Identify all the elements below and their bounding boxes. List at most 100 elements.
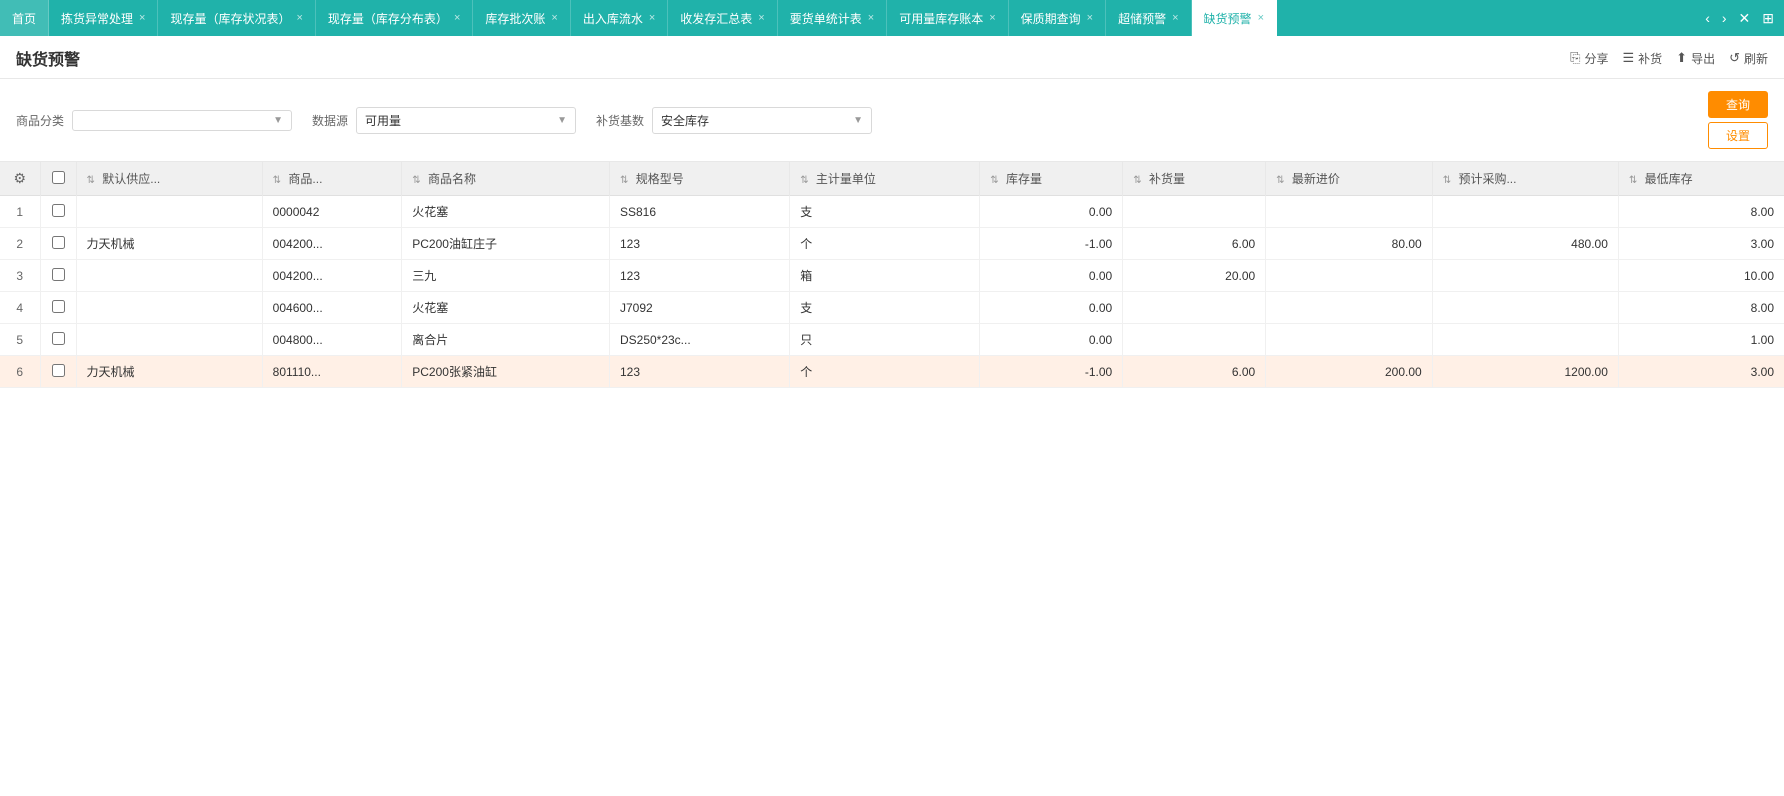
row-estimated-purchase-5	[1432, 324, 1618, 356]
row-replenish-qty-5	[1123, 324, 1266, 356]
th-replenish-qty[interactable]: ⇅ 补货量	[1123, 162, 1266, 196]
tab-demand-stats[interactable]: 要货单统计表 ×	[778, 0, 887, 36]
tab-inventory-dist-close[interactable]: ×	[454, 12, 460, 24]
row-latest-price-6: 200.00	[1266, 356, 1433, 388]
tab-home[interactable]: 首页	[0, 0, 49, 36]
tab-overstock[interactable]: 超储预警 ×	[1106, 0, 1191, 36]
row-check-1[interactable]	[52, 204, 65, 217]
row-spec-6: 123	[609, 356, 789, 388]
table-body: 1 0000042 火花塞 SS816 支 0.00 8.00 2 力天机械 0…	[0, 196, 1784, 388]
refresh-button[interactable]: ↺ 刷新	[1729, 50, 1768, 67]
row-latest-price-3	[1266, 260, 1433, 292]
row-num-6: 6	[0, 356, 40, 388]
tab-receive-summary-close[interactable]: ×	[758, 12, 764, 24]
row-min-stock-4: 8.00	[1618, 292, 1784, 324]
row-checkbox-1[interactable]	[40, 196, 76, 228]
select-all-checkbox[interactable]	[52, 171, 65, 184]
tab-receive-summary[interactable]: 收发存汇总表 ×	[668, 0, 777, 36]
export-icon: ⬆	[1676, 50, 1687, 66]
tab-expand-button[interactable]: ⊞	[1756, 6, 1780, 31]
export-button[interactable]: ⬆ 导出	[1676, 50, 1715, 67]
sort-icon-supplier: ⇅	[87, 175, 95, 186]
sort-icon-replenish: ⇅	[1133, 175, 1141, 186]
th-gear[interactable]: ⚙	[0, 162, 40, 196]
main-content: 缺货预警 ⎘ 分享 ☰ 补货 ⬆ 导出 ↺ 刷新 商品分类	[0, 36, 1784, 796]
tab-expiry-query-close[interactable]: ×	[1087, 12, 1093, 24]
category-select[interactable]: ▼	[72, 110, 292, 131]
tab-exception[interactable]: 拣货异常处理 ×	[49, 0, 158, 36]
row-checkbox-4[interactable]	[40, 292, 76, 324]
row-min-stock-6: 3.00	[1618, 356, 1784, 388]
row-code-1: 0000042	[262, 196, 402, 228]
row-check-5[interactable]	[52, 332, 65, 345]
gear-icon[interactable]: ⚙	[13, 170, 26, 187]
replenishbase-select[interactable]: 安全库存 ▼	[652, 107, 872, 134]
row-unit-1: 支	[790, 196, 980, 228]
tab-batch-account[interactable]: 库存批次账 ×	[473, 0, 570, 36]
row-replenish-qty-1	[1123, 196, 1266, 228]
row-name-6: PC200张紧油缸	[402, 356, 610, 388]
tab-shortage-close[interactable]: ×	[1258, 12, 1264, 24]
tab-overstock-close[interactable]: ×	[1172, 12, 1178, 24]
tab-available-ledger[interactable]: 可用量库存账本 ×	[887, 0, 1008, 36]
tab-inout-flow-close[interactable]: ×	[649, 12, 655, 24]
th-product-code[interactable]: ⇅ 商品...	[262, 162, 402, 196]
filter-group-datasource: 数据源 可用量 ▼	[312, 107, 576, 134]
tab-close-all-button[interactable]: ✕	[1733, 6, 1757, 31]
header-actions: ⎘ 分享 ☰ 补货 ⬆ 导出 ↺ 刷新	[1570, 50, 1768, 67]
th-stock[interactable]: ⇅ 库存量	[980, 162, 1123, 196]
row-spec-3: 123	[609, 260, 789, 292]
th-estimated-purchase[interactable]: ⇅ 预计采购...	[1432, 162, 1618, 196]
row-check-3[interactable]	[52, 268, 65, 281]
th-min-stock[interactable]: ⇅ 最低库存	[1618, 162, 1784, 196]
tab-inventory-status-close[interactable]: ×	[296, 12, 302, 24]
row-code-3: 004200...	[262, 260, 402, 292]
tab-inventory-status[interactable]: 现存量（库存状况表） ×	[158, 0, 315, 36]
th-latest-price[interactable]: ⇅ 最新进价	[1266, 162, 1433, 196]
tab-next-button[interactable]: ›	[1716, 6, 1733, 30]
row-num-1: 1	[0, 196, 40, 228]
row-num-3: 3	[0, 260, 40, 292]
query-button[interactable]: 查询	[1708, 91, 1768, 118]
tab-prev-button[interactable]: ‹	[1699, 6, 1716, 30]
tab-bar: 首页 拣货异常处理 × 现存量（库存状况表） × 现存量（库存分布表） × 库存…	[0, 0, 1784, 36]
replenish-button[interactable]: ☰ 补货	[1622, 50, 1662, 67]
tab-demand-stats-close[interactable]: ×	[868, 12, 874, 24]
th-unit[interactable]: ⇅ 主计量单位	[790, 162, 980, 196]
page-header: 缺货预警 ⎘ 分享 ☰ 补货 ⬆ 导出 ↺ 刷新	[0, 36, 1784, 79]
row-latest-price-4	[1266, 292, 1433, 324]
tab-available-ledger-close[interactable]: ×	[989, 12, 995, 24]
tab-exception-close[interactable]: ×	[139, 12, 145, 24]
row-checkbox-3[interactable]	[40, 260, 76, 292]
sort-icon-min-stock: ⇅	[1629, 175, 1637, 186]
row-check-6[interactable]	[52, 364, 65, 377]
th-default-supplier[interactable]: ⇅ 默认供应...	[76, 162, 262, 196]
tab-inout-flow[interactable]: 出入库流水 ×	[571, 0, 668, 36]
filter-bar: 商品分类 ▼ 数据源 可用量 ▼ 补货基数 安全库存 ▼ 查询 设置	[0, 79, 1784, 162]
row-latest-price-5	[1266, 324, 1433, 356]
row-check-2[interactable]	[52, 236, 65, 249]
row-checkbox-6[interactable]	[40, 356, 76, 388]
datasource-label: 数据源	[312, 112, 348, 129]
tab-shortage[interactable]: 缺货预警 ×	[1192, 0, 1277, 36]
row-replenish-qty-4	[1123, 292, 1266, 324]
settings-button[interactable]: 设置	[1708, 122, 1768, 149]
replenishbase-chevron-icon: ▼	[853, 115, 863, 126]
datasource-select[interactable]: 可用量 ▼	[356, 107, 576, 134]
share-button[interactable]: ⎘ 分享	[1570, 50, 1608, 67]
tab-inventory-dist[interactable]: 现存量（库存分布表） ×	[316, 0, 473, 36]
th-spec[interactable]: ⇅ 规格型号	[609, 162, 789, 196]
page-title: 缺货预警	[16, 46, 80, 70]
row-supplier-1	[76, 196, 262, 228]
th-product-name[interactable]: ⇅ 商品名称	[402, 162, 610, 196]
tab-batch-account-close[interactable]: ×	[551, 12, 557, 24]
row-check-4[interactable]	[52, 300, 65, 313]
row-min-stock-2: 3.00	[1618, 228, 1784, 260]
row-checkbox-5[interactable]	[40, 324, 76, 356]
sort-icon-unit: ⇅	[800, 175, 808, 186]
sort-icon-name: ⇅	[412, 175, 420, 186]
tab-expiry-query[interactable]: 保质期查询 ×	[1009, 0, 1106, 36]
row-checkbox-2[interactable]	[40, 228, 76, 260]
th-checkbox[interactable]	[40, 162, 76, 196]
row-code-2: 004200...	[262, 228, 402, 260]
